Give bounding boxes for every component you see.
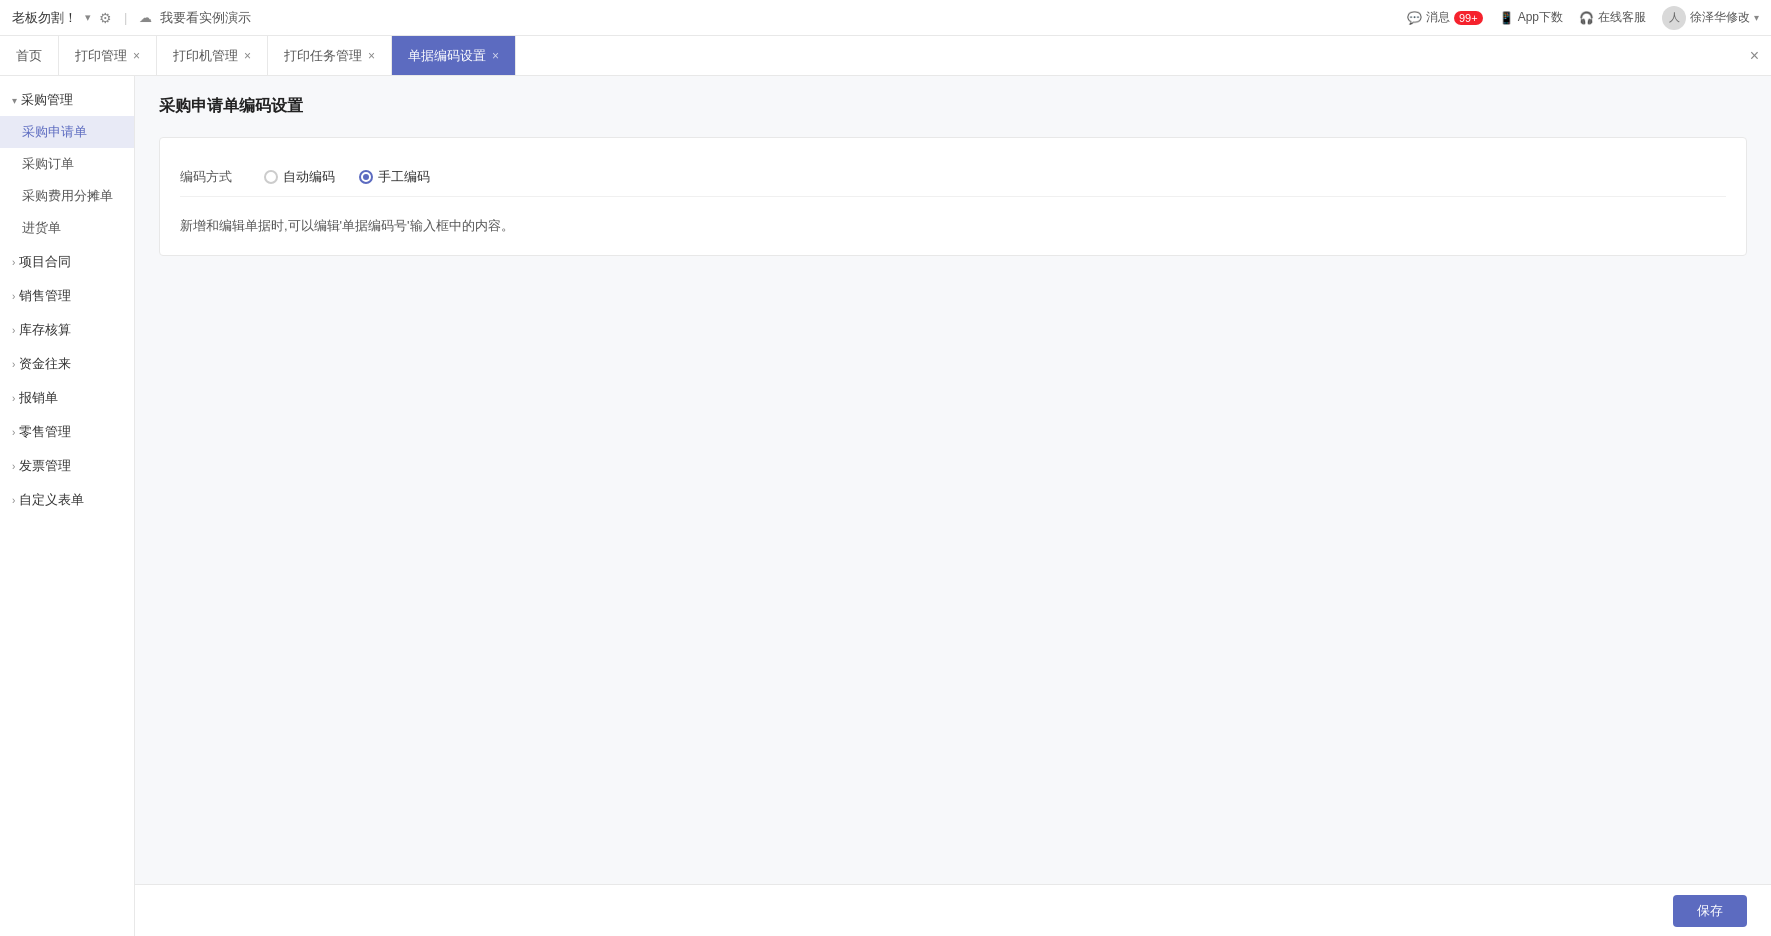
radio-auto-circle [264, 170, 278, 184]
encoding-row: 编码方式 自动编码 手工编码 [180, 158, 1726, 197]
chevron-right-icon: › [12, 427, 15, 438]
sidebar-group-custom-form-title[interactable]: › 自定义表单 [0, 484, 134, 516]
sidebar-group-inventory-label: 库存核算 [19, 321, 71, 339]
chevron-right-icon: › [12, 257, 15, 268]
message-button[interactable]: 💬 消息 99+ [1407, 9, 1483, 26]
top-bar-right: 💬 消息 99+ 📱 App下数 🎧 在线客服 人 徐泽华修改 ▾ [1407, 6, 1759, 30]
sidebar-group-project-title[interactable]: › 项目合同 [0, 246, 134, 278]
encoding-label: 编码方式 [180, 168, 240, 186]
content-area: 采购申请单编码设置 编码方式 自动编码 手工编码 新增和编辑单据时,可以编辑'单… [135, 76, 1771, 936]
message-label: 消息 [1426, 9, 1450, 26]
tab-printer-mgmt[interactable]: 打印机管理 × [157, 36, 268, 75]
chevron-right-icon: › [12, 495, 15, 506]
chevron-right-icon: › [12, 325, 15, 336]
sidebar-group-invoice: › 发票管理 [0, 450, 134, 482]
sidebar-group-purchase: ▾ 采购管理 采购申请单 采购订单 采购费用分摊单 进货单 [0, 84, 134, 244]
page-title: 采购申请单编码设置 [159, 96, 1747, 117]
sidebar-item-stock-in[interactable]: 进货单 [0, 212, 134, 244]
sidebar-group-retail: › 零售管理 [0, 416, 134, 448]
tab-print-task[interactable]: 打印任务管理 × [268, 36, 392, 75]
sidebar-group-retail-label: 零售管理 [19, 423, 71, 441]
close-all-button[interactable]: × [1738, 36, 1771, 75]
chevron-right-icon: › [12, 359, 15, 370]
tab-print-task-close[interactable]: × [368, 49, 375, 63]
content-body: 采购申请单编码设置 编码方式 自动编码 手工编码 新增和编辑单据时,可以编辑'单… [135, 76, 1771, 884]
sidebar-group-capital-title[interactable]: › 资金往来 [0, 348, 134, 380]
encoding-card: 编码方式 自动编码 手工编码 新增和编辑单据时,可以编辑'单据编码号'输入框中的… [159, 137, 1747, 256]
chevron-right-icon: › [12, 291, 15, 302]
tab-printer-mgmt-label: 打印机管理 [173, 47, 238, 65]
tab-single-encode-close[interactable]: × [492, 49, 499, 63]
sidebar-item-purchase-request[interactable]: 采购申请单 [0, 116, 134, 148]
sidebar-group-capital: › 资金往来 [0, 348, 134, 380]
chevron-down-icon: ▾ [12, 95, 17, 106]
message-icon: 💬 [1407, 11, 1422, 25]
cloud-icon: ☁ [139, 10, 152, 25]
radio-auto-label: 自动编码 [283, 168, 335, 186]
save-button[interactable]: 保存 [1673, 895, 1747, 927]
tab-single-encode-label: 单据编码设置 [408, 47, 486, 65]
radio-manual-circle [359, 170, 373, 184]
sidebar-group-custom-form: › 自定义表单 [0, 484, 134, 516]
user-chevron-icon: ▾ [1754, 12, 1759, 23]
sidebar-group-retail-title[interactable]: › 零售管理 [0, 416, 134, 448]
chevron-down-icon[interactable]: ▾ [85, 11, 91, 24]
bottom-bar: 保存 [135, 884, 1771, 936]
sidebar-group-returns: › 报销单 [0, 382, 134, 414]
user-name: 徐泽华修改 [1690, 9, 1750, 26]
tab-printer-mgmt-close[interactable]: × [244, 49, 251, 63]
sidebar-group-returns-title[interactable]: › 报销单 [0, 382, 134, 414]
app-download-label: App下数 [1518, 9, 1563, 26]
top-bar-left: 老板勿割！ ▾ ⚙ | ☁ 我要看实例演示 [12, 9, 251, 27]
sidebar-group-project-label: 项目合同 [19, 253, 71, 271]
sidebar-item-purchase-order[interactable]: 采购订单 [0, 148, 134, 180]
sidebar-group-inventory-title[interactable]: › 库存核算 [0, 314, 134, 346]
sidebar-group-invoice-title[interactable]: › 发票管理 [0, 450, 134, 482]
tab-print-mgmt-label: 打印管理 [75, 47, 127, 65]
message-badge: 99+ [1454, 11, 1483, 25]
sidebar-group-sales-label: 销售管理 [19, 287, 71, 305]
customer-service-button[interactable]: 🎧 在线客服 [1579, 9, 1646, 26]
radio-manual-label: 手工编码 [378, 168, 430, 186]
chevron-right-icon: › [12, 393, 15, 404]
tab-bar: 首页 打印管理 × 打印机管理 × 打印任务管理 × 单据编码设置 × × [0, 36, 1771, 76]
hint-text: 新增和编辑单据时,可以编辑'单据编码号'输入框中的内容。 [180, 217, 1726, 235]
main-layout: ▾ 采购管理 采购申请单 采购订单 采购费用分摊单 进货单 › 项目合同 [0, 76, 1771, 936]
sidebar: ▾ 采购管理 采购申请单 采购订单 采购费用分摊单 进货单 › 项目合同 [0, 76, 135, 936]
radio-manual-encoding[interactable]: 手工编码 [359, 168, 430, 186]
sidebar-group-sales-title[interactable]: › 销售管理 [0, 280, 134, 312]
headset-icon: 🎧 [1579, 11, 1594, 25]
demo-link[interactable]: 我要看实例演示 [160, 9, 251, 27]
tab-home-label: 首页 [16, 47, 42, 65]
sidebar-group-custom-form-label: 自定义表单 [19, 491, 84, 509]
sidebar-group-capital-label: 资金往来 [19, 355, 71, 373]
mobile-icon: 📱 [1499, 11, 1514, 25]
tab-print-task-label: 打印任务管理 [284, 47, 362, 65]
sidebar-group-project: › 项目合同 [0, 246, 134, 278]
tab-print-mgmt-close[interactable]: × [133, 49, 140, 63]
app-download-button[interactable]: 📱 App下数 [1499, 9, 1563, 26]
avatar: 人 [1662, 6, 1686, 30]
sidebar-group-returns-label: 报销单 [19, 389, 58, 407]
chevron-right-icon: › [12, 461, 15, 472]
sidebar-group-sales: › 销售管理 [0, 280, 134, 312]
top-bar: 老板勿割！ ▾ ⚙ | ☁ 我要看实例演示 💬 消息 99+ 📱 App下数 🎧… [0, 0, 1771, 36]
customer-service-label: 在线客服 [1598, 9, 1646, 26]
user-menu[interactable]: 人 徐泽华修改 ▾ [1662, 6, 1759, 30]
tab-print-mgmt[interactable]: 打印管理 × [59, 36, 157, 75]
tab-single-encode[interactable]: 单据编码设置 × [392, 36, 516, 75]
sidebar-group-inventory: › 库存核算 [0, 314, 134, 346]
sidebar-group-invoice-label: 发票管理 [19, 457, 71, 475]
tab-home[interactable]: 首页 [0, 36, 59, 75]
brand-label: 老板勿割！ [12, 9, 77, 27]
sidebar-group-purchase-label: 采购管理 [21, 91, 73, 109]
sidebar-item-purchase-expense[interactable]: 采购费用分摊单 [0, 180, 134, 212]
gear-icon[interactable]: ⚙ [99, 10, 112, 26]
radio-auto-encoding[interactable]: 自动编码 [264, 168, 335, 186]
sidebar-group-purchase-title[interactable]: ▾ 采购管理 [0, 84, 134, 116]
